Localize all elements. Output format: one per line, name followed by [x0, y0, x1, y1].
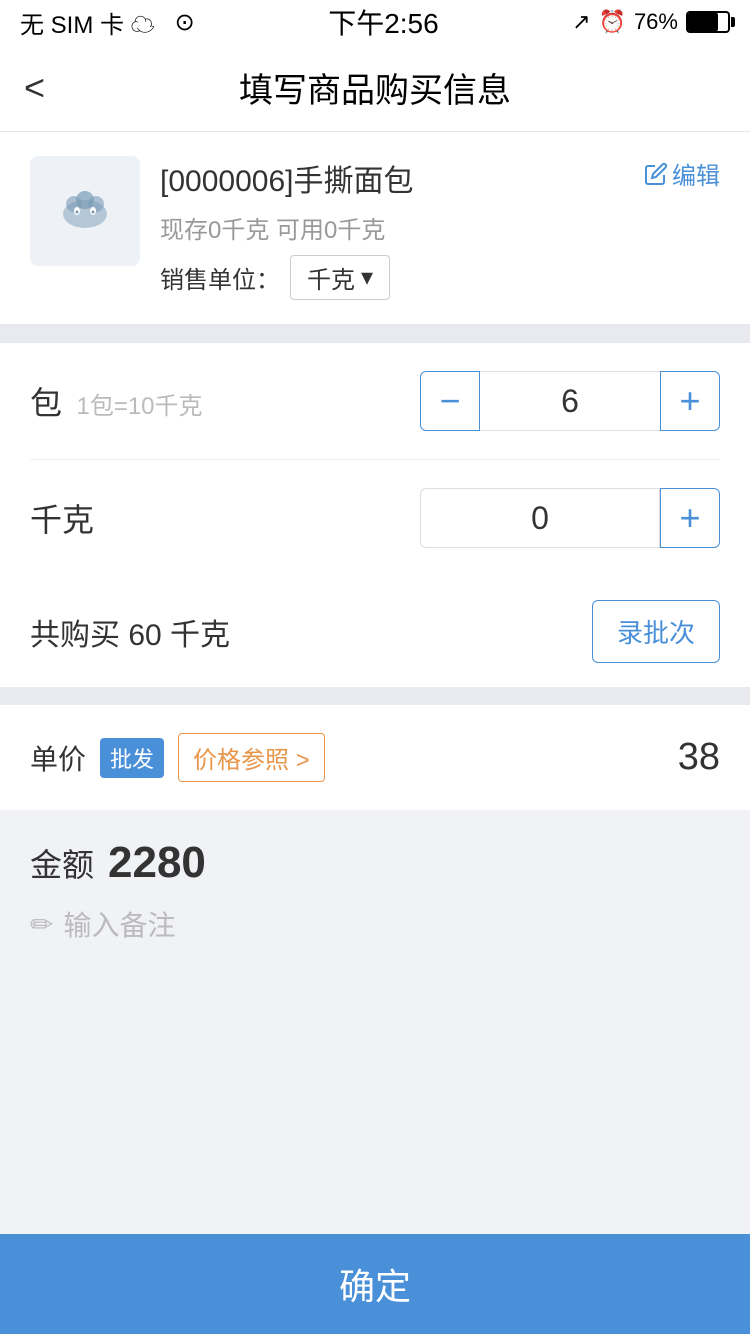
- product-card: [0000006]手撕面包 编辑 现存0千克 可用0千克 销售单位： 千克 ▾: [0, 132, 750, 325]
- edit-button[interactable]: 编辑: [644, 156, 720, 191]
- wifi-icon: ⊙: [163, 8, 195, 37]
- unit-value: 千克: [307, 260, 355, 295]
- unit-chevron-icon: ▾: [361, 263, 373, 292]
- total-text: 共购买 60 千克: [30, 610, 230, 654]
- bao-label: 包: [30, 385, 62, 421]
- product-stock: 现存0千克 可用0千克: [160, 210, 720, 245]
- input-section: 包 1包=10千克 − + 千克 +: [0, 343, 750, 576]
- kg-input-row: 千克 +: [30, 460, 720, 576]
- product-name: [0000006]手撕面包: [160, 156, 413, 200]
- amount-value: 2280: [108, 838, 206, 888]
- divider-1: [0, 325, 750, 343]
- confirm-button[interactable]: 确定: [0, 1234, 750, 1334]
- product-unit-row: 销售单位： 千克 ▾: [160, 255, 720, 300]
- total-section: 共购买 60 千克 录批次: [0, 576, 750, 687]
- kg-input[interactable]: [420, 488, 660, 548]
- status-right: ↗ ⏰ 76%: [572, 9, 730, 35]
- price-ref-button[interactable]: 价格参照 >: [178, 733, 325, 782]
- price-section: 单价 批发 价格参照 > 38: [0, 705, 750, 810]
- edit-label: 编辑: [672, 156, 720, 191]
- price-value: 38: [678, 736, 720, 779]
- product-thumbnail: [30, 156, 140, 266]
- location-icon: ↗: [572, 9, 590, 35]
- bao-minus-button[interactable]: −: [420, 371, 480, 431]
- batch-button[interactable]: 录批次: [592, 600, 720, 663]
- back-button[interactable]: <: [24, 67, 45, 109]
- unit-label: 销售单位：: [160, 260, 280, 295]
- bottom-space: [0, 964, 750, 1234]
- status-time: 下午2:56: [328, 2, 439, 42]
- kg-stepper: +: [420, 488, 720, 548]
- bao-plus-button[interactable]: +: [660, 371, 720, 431]
- bao-input-row: 包 1包=10千克 − +: [30, 343, 720, 460]
- kg-label: 千克: [30, 495, 94, 541]
- nav-bar: < 填写商品购买信息: [0, 44, 750, 132]
- alarm-icon: ⏰: [599, 9, 626, 35]
- status-left: 无 SIM 卡 ☁ ⊙: [20, 5, 195, 40]
- product-info: [0000006]手撕面包 编辑 现存0千克 可用0千克 销售单位： 千克 ▾: [160, 156, 720, 300]
- bao-input[interactable]: [480, 371, 660, 431]
- bao-stepper: − +: [420, 371, 720, 431]
- status-bar: 无 SIM 卡 ☁ ⊙ 下午2:56 ↗ ⏰ 76%: [0, 0, 750, 44]
- bao-label-group: 包 1包=10千克: [30, 378, 203, 424]
- note-row[interactable]: ✏ 输入备注: [30, 904, 720, 944]
- price-tag: 批发: [100, 738, 164, 778]
- pencil-icon: ✏: [30, 908, 53, 941]
- note-placeholder: 输入备注: [63, 904, 175, 944]
- bao-hint: 1包=10千克: [76, 393, 202, 420]
- amount-section: 金额 2280 ✏ 输入备注: [0, 810, 750, 964]
- no-sim-text: 无 SIM 卡 ☁: [20, 5, 155, 40]
- amount-row: 金额 2280: [30, 838, 720, 888]
- battery-icon: [686, 11, 730, 33]
- unit-select[interactable]: 千克 ▾: [290, 255, 390, 300]
- amount-label: 金额: [30, 840, 94, 886]
- page-title: 填写商品购买信息: [239, 63, 511, 112]
- battery-percent: 76%: [634, 9, 678, 35]
- divider-2: [0, 687, 750, 705]
- kg-plus-button[interactable]: +: [660, 488, 720, 548]
- price-label: 单价: [30, 738, 86, 778]
- price-left: 单价 批发 价格参照 >: [30, 733, 325, 782]
